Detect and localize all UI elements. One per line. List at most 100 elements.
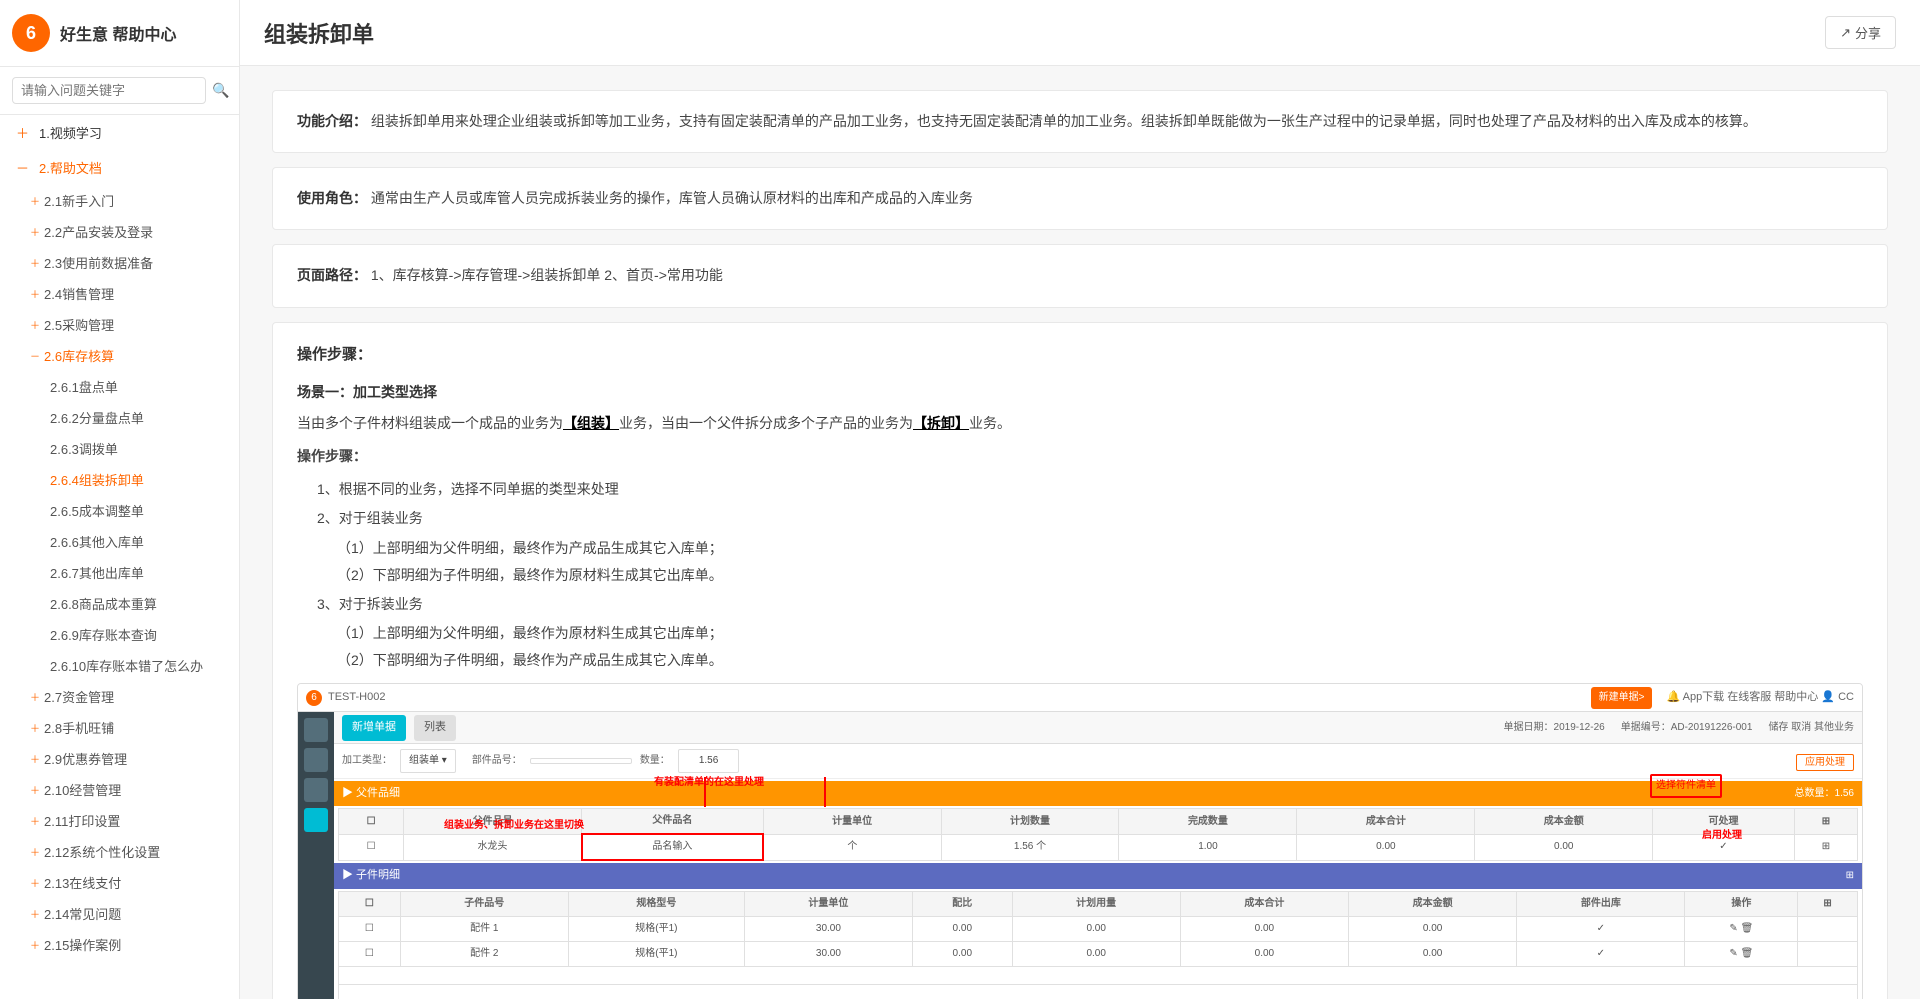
sim-section-sub: ▶ 子件明细 ⊞	[334, 863, 1862, 889]
sidebar-item-s268[interactable]: 2.6.8商品成本重算	[0, 588, 239, 619]
annotation-enable: 启用处理	[1702, 827, 1742, 845]
bcol-expand: ⊞	[1798, 892, 1858, 917]
share-button[interactable]: ↗ 分享	[1825, 16, 1896, 49]
brow2-remain: 0.00	[1349, 942, 1517, 967]
sim-type-label: 加工类型：	[342, 752, 392, 770]
step2-sub1: （1）上部明细为父件明细，最终作为产成品生成其它入库单；	[337, 536, 1863, 561]
bcol-actual: 成本合计	[1180, 892, 1348, 917]
path-label: 页面路径：	[297, 267, 367, 283]
brow1-name: 规格(平1)	[568, 917, 744, 942]
expand-icon-video: ＋	[16, 123, 29, 142]
annotation-box-apply: 选择符件清单	[1650, 774, 1722, 798]
sidebar-item-ops[interactable]: ＋ 2.10经营管理	[0, 774, 239, 805]
sidebar-item-s269[interactable]: 2.6.9库存账本查询	[0, 619, 239, 650]
sidebar-item-print[interactable]: ＋ 2.11打印设置	[0, 805, 239, 836]
brow2-ratio: 0.00	[913, 942, 1013, 967]
brow1-check: ☐	[339, 917, 401, 942]
sidebar-item-install[interactable]: ＋ 2.2产品安装及登录	[0, 216, 239, 247]
sidebar-item-faq[interactable]: ＋ 2.14常见问题	[0, 898, 239, 929]
sim-sim-toolbar: 新增单据 列表 单据日期：2019-12-26 单据编号：AD-20191226…	[334, 712, 1862, 744]
sidebar-item-mobile[interactable]: ＋ 2.8手机旺铺	[0, 712, 239, 743]
col-qty: 计划数量	[941, 809, 1119, 835]
logo-icon: 6	[12, 14, 50, 52]
brow3-empty	[339, 967, 1858, 985]
sidebar-item-s2610[interactable]: 2.6.10库存账本错了怎么办	[0, 650, 239, 681]
sidebar-item-purchase[interactable]: ＋ 2.5采购管理	[0, 309, 239, 340]
sidebar-item-s267[interactable]: 2.6.7其他出库单	[0, 557, 239, 588]
brow2-op: ✎ 🗑	[1685, 942, 1798, 967]
sim-qty-input: 1.56	[678, 749, 739, 773]
search-icon[interactable]: 🔍	[212, 82, 229, 99]
sim-section-label-assembly: ▶ 父件品细	[342, 784, 400, 804]
sim-section-label-sub: ▶ 子件明细	[342, 866, 400, 886]
brow1-plan: 0.00	[1012, 917, 1180, 942]
bcol-remain: 成本金额	[1349, 892, 1517, 917]
sidebar-item-s266[interactable]: 2.6.6其他入库单	[0, 526, 239, 557]
sidebar-item-s265[interactable]: 2.6.5成本调整单	[0, 495, 239, 526]
screenshot-image: 6 TEST-H002 新建单据> 🔔 App下载 在线客服 帮助中心 👤 CC	[298, 684, 1862, 999]
page-title: 组装拆卸单	[264, 17, 374, 49]
sidebar-item-s264[interactable]: 2.6.4组装拆卸单	[0, 464, 239, 495]
role-label: 使用角色：	[297, 190, 367, 206]
expand-icon-help: －	[16, 158, 29, 177]
sidebar-item-s263[interactable]: 2.6.3调拨单	[0, 433, 239, 464]
step2: 2、对于组装业务	[317, 506, 1863, 531]
sim-icons: 🔔 App下载 在线客服 帮助中心 👤 CC	[1666, 688, 1854, 708]
intro-text: 组装拆卸单用来处理企业组装或拆卸等加工业务，支持有固定装配清单的产品加工业务，也…	[371, 113, 1757, 129]
bcol-name: 规格型号	[568, 892, 744, 917]
role-card: 使用角色： 通常由生产人员或库管人员完成拆装业务的操作，库管人员确认原材料的出库…	[272, 167, 1888, 230]
arrow-line2	[704, 777, 706, 807]
search-input[interactable]	[12, 77, 206, 104]
sim-sub-tools: ⊞	[1846, 867, 1854, 885]
sim-date-label: 单据日期：2019-12-26	[1504, 719, 1605, 737]
sidebar-item-cases[interactable]: ＋ 2.15操作案例	[0, 929, 239, 960]
row1-done: 1.00	[1119, 834, 1297, 860]
sidebar-item-stock[interactable]: － 2.6库存核算	[0, 340, 239, 371]
brow2-check: ☐	[339, 942, 401, 967]
sidebar-item-fund[interactable]: ＋ 2.7资金管理	[0, 681, 239, 712]
brow1-expand	[1798, 917, 1858, 942]
sim-no-label: 单据编号：AD-20191226-001	[1621, 719, 1753, 737]
brow2-plan: 0.00	[1012, 942, 1180, 967]
sidebar-item-help[interactable]: － 2.帮助文档	[0, 150, 239, 185]
sidebar-item-system[interactable]: ＋ 2.12系统个性化设置	[0, 836, 239, 867]
sidebar: 6 好生意 帮助中心 🔍 ＋ 1.视频学习 － 2.帮助文档 ＋ 2.1新手入门…	[0, 0, 240, 999]
intro-card: 功能介绍： 组装拆卸单用来处理企业组装或拆卸等加工业务，支持有固定装配清单的产品…	[272, 90, 1888, 153]
sidebar-item-payment[interactable]: ＋ 2.13在线支付	[0, 867, 239, 898]
sidebar-item-newbie[interactable]: ＋ 2.1新手入门	[0, 185, 239, 216]
sim-qty-label: 数量：	[640, 752, 670, 770]
row1-name: 品名输入	[582, 834, 764, 860]
sim-tab-list: 列表	[414, 715, 456, 741]
sim-type-select: 组装单 ▾	[400, 749, 456, 773]
sidebar-item-data[interactable]: ＋ 2.3使用前数据准备	[0, 247, 239, 278]
sim-apply-btn: 应用处理	[1796, 754, 1854, 771]
sim-body: 新增单据 列表 单据日期：2019-12-26 单据编号：AD-20191226…	[298, 712, 1862, 999]
brow1-ratio: 0.00	[913, 917, 1013, 942]
arrow-line1	[824, 777, 826, 807]
brow2-unit: 30.00	[744, 942, 912, 967]
sim-nav-icon2	[304, 748, 328, 772]
brow1-code: 配件 1	[400, 917, 568, 942]
col-parent-name: 父件品名	[582, 809, 764, 835]
col-check: ☐	[339, 809, 404, 835]
sidebar-item-s261[interactable]: 2.6.1盘点单	[0, 371, 239, 402]
brow4-empty	[339, 985, 1858, 999]
sim-nav-icon4-active	[304, 808, 328, 832]
bcol-unit: 计量单位	[744, 892, 912, 917]
bcol-check: ☐	[339, 892, 401, 917]
sidebar-item-sales[interactable]: ＋ 2.4销售管理	[0, 278, 239, 309]
brow1-remain: 0.00	[1349, 917, 1517, 942]
col-cost-qty: 完成数量	[1119, 809, 1297, 835]
row1-total: 0.00	[1297, 834, 1475, 860]
role-text: 通常由生产人员或库管人员完成拆装业务的操作，库管人员确认原材料的出库和产成品的入…	[371, 190, 973, 206]
brow1-actual: 0.00	[1180, 917, 1348, 942]
intro-label: 功能介绍：	[297, 113, 367, 129]
sidebar-item-video[interactable]: ＋ 1.视频学习	[0, 115, 239, 150]
sidebar-header: 6 好生意 帮助中心	[0, 0, 239, 67]
main-header: 组装拆卸单 ↗ 分享	[240, 0, 1920, 66]
brow2-name: 规格(平1)	[568, 942, 744, 967]
sidebar-item-coupon[interactable]: ＋ 2.9优惠券管理	[0, 743, 239, 774]
brow2-can: ✓	[1517, 942, 1685, 967]
row1-unit-cost: 0.00	[1475, 834, 1653, 860]
sidebar-item-s262[interactable]: 2.6.2分量盘点单	[0, 402, 239, 433]
